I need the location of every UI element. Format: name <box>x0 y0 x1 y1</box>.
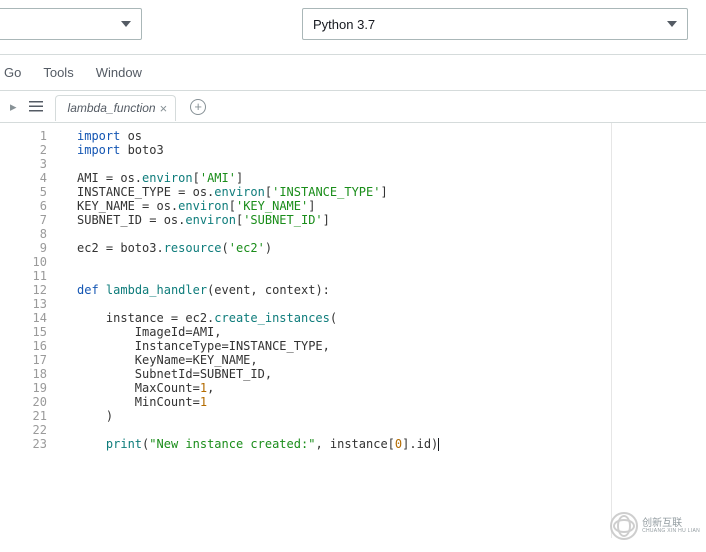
code-line[interactable]: def lambda_handler(event, context): <box>77 283 611 297</box>
line-number: 21 <box>0 409 47 423</box>
code-line[interactable]: ImageId=AMI, <box>77 325 611 339</box>
code-line[interactable]: KEY_NAME = os.environ['KEY_NAME'] <box>77 199 611 213</box>
add-tab-button[interactable]: + <box>190 99 206 115</box>
line-number: 11 <box>0 269 47 283</box>
chevron-down-icon <box>121 21 131 27</box>
code-editor[interactable]: 1234567891011121314151617181920212223 im… <box>0 123 706 538</box>
line-number: 1 <box>0 129 47 143</box>
code-line[interactable]: import os <box>77 129 611 143</box>
code-line[interactable]: ) <box>77 409 611 423</box>
chevron-down-icon <box>667 21 677 27</box>
tab-bar: ▸ lambda_function × + <box>0 91 706 123</box>
line-number: 7 <box>0 213 47 227</box>
watermark: 创新互联 CHUANG XIN HU LIAN <box>610 512 700 540</box>
code-line[interactable]: SubnetId=SUBNET_ID, <box>77 367 611 381</box>
watermark-text-1: 创新互联 <box>642 519 700 529</box>
code-line[interactable]: AMI = os.environ['AMI'] <box>77 171 611 185</box>
text-cursor <box>438 438 439 451</box>
code-line[interactable]: KeyName=KEY_NAME, <box>77 353 611 367</box>
menu-tools[interactable]: Tools <box>43 65 73 80</box>
line-number: 2 <box>0 143 47 157</box>
code-line[interactable]: MaxCount=1, <box>77 381 611 395</box>
line-number: 6 <box>0 199 47 213</box>
line-number: 5 <box>0 185 47 199</box>
code-line[interactable]: import boto3 <box>77 143 611 157</box>
code-line[interactable] <box>77 297 611 311</box>
top-toolbar: Python 3.7 <box>0 0 706 54</box>
line-number: 22 <box>0 423 47 437</box>
watermark-text-2: CHUANG XIN HU LIAN <box>642 529 700 534</box>
line-number: 4 <box>0 171 47 185</box>
line-number: 3 <box>0 157 47 171</box>
tab-list-icon[interactable] <box>21 101 55 112</box>
code-line[interactable]: MinCount=1 <box>77 395 611 409</box>
menu-go[interactable]: Go <box>4 65 21 80</box>
line-number: 17 <box>0 353 47 367</box>
left-select[interactable] <box>0 8 142 40</box>
tab-label: lambda_function <box>68 101 156 115</box>
code-line[interactable]: ec2 = boto3.resource('ec2') <box>77 241 611 255</box>
watermark-logo-icon <box>610 512 638 540</box>
code-line[interactable]: instance = ec2.create_instances( <box>77 311 611 325</box>
plus-icon: + <box>194 100 202 113</box>
runtime-select[interactable]: Python 3.7 <box>302 8 688 40</box>
code-area[interactable]: import osimport boto3 AMI = os.environ['A… <box>65 123 612 538</box>
code-line[interactable]: InstanceType=INSTANCE_TYPE, <box>77 339 611 353</box>
line-number: 16 <box>0 339 47 353</box>
line-number: 14 <box>0 311 47 325</box>
line-number: 20 <box>0 395 47 409</box>
line-number-gutter: 1234567891011121314151617181920212223 <box>0 123 65 538</box>
line-number: 8 <box>0 227 47 241</box>
menu-window[interactable]: Window <box>96 65 142 80</box>
code-line[interactable] <box>77 423 611 437</box>
code-line[interactable] <box>77 255 611 269</box>
runtime-select-value: Python 3.7 <box>313 17 375 32</box>
line-number: 19 <box>0 381 47 395</box>
code-line[interactable]: SUBNET_ID = os.environ['SUBNET_ID'] <box>77 213 611 227</box>
close-icon[interactable]: × <box>160 101 168 116</box>
code-line[interactable]: print("New instance created:", instance[… <box>77 437 611 451</box>
code-line[interactable]: INSTANCE_TYPE = os.environ['INSTANCE_TYP… <box>77 185 611 199</box>
code-line[interactable] <box>77 269 611 283</box>
line-number: 23 <box>0 437 47 451</box>
tab-lambda-function[interactable]: lambda_function × <box>55 95 177 121</box>
chevron-right-icon[interactable]: ▸ <box>6 99 21 115</box>
code-line[interactable] <box>77 227 611 241</box>
menu-bar: Go Tools Window <box>0 54 706 90</box>
line-number: 9 <box>0 241 47 255</box>
line-number: 10 <box>0 255 47 269</box>
code-line[interactable] <box>77 157 611 171</box>
line-number: 15 <box>0 325 47 339</box>
line-number: 18 <box>0 367 47 381</box>
line-number: 13 <box>0 297 47 311</box>
line-number: 12 <box>0 283 47 297</box>
